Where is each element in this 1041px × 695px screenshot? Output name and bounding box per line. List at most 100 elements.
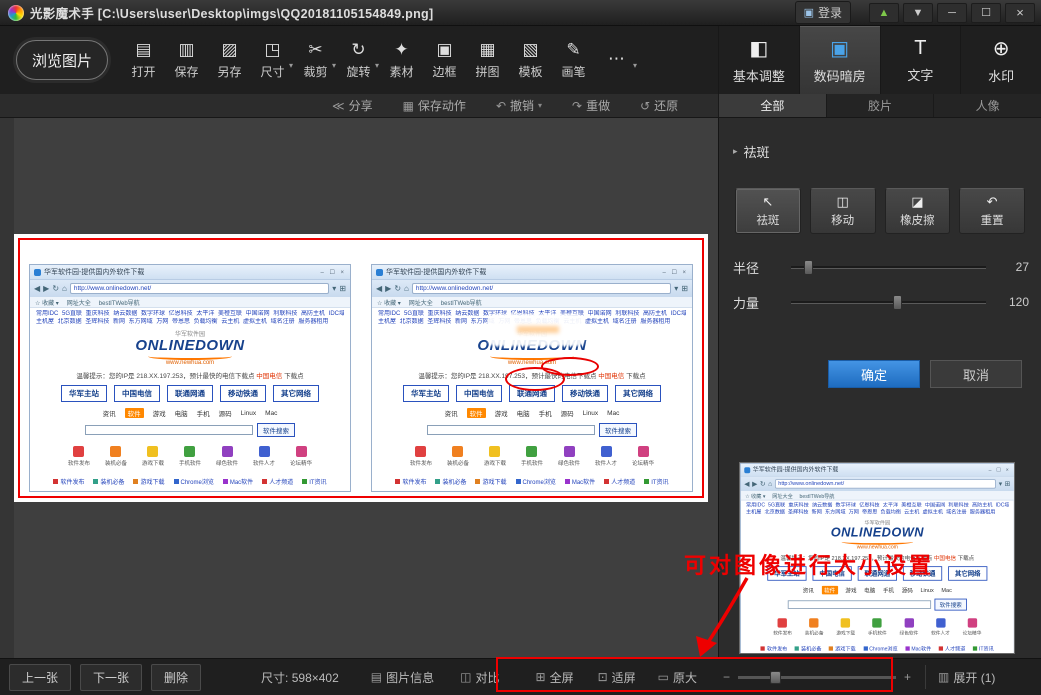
action-button[interactable]: ▦ 保存动作 — [403, 97, 466, 114]
site-nav-buttons: 华军主站 中国电信 联通网通 移动铁通 其它网络 — [36, 385, 344, 402]
dropdown-caret-icon[interactable]: ▾ — [375, 61, 379, 70]
expand-button[interactable]: ▥ 展开 (1) — [938, 669, 995, 686]
toolbar-button[interactable]: ◳ 尺寸 ▾ — [251, 30, 294, 90]
browser-address-bar: http://www.onlinedown.net/ — [412, 283, 671, 294]
site-icon-item: 软件人才 — [253, 446, 275, 467]
footer-bullet-icon — [604, 479, 609, 484]
toolbar-button[interactable]: ↻ 旋转 ▾ — [337, 30, 380, 90]
edited-image-after: 华军软件园-提供国内外软件下载 – ☐ × ◀ ▶ ↻ ⌂ http://www… — [371, 264, 693, 492]
site-search-button: 软件搜索 — [599, 423, 637, 437]
browser-screenshot: 华军软件园-提供国内外软件下载 – ☐ × ◀ ▶ ↻ ⌂ http://www… — [29, 264, 351, 492]
site-icon-item: 软件发布 — [773, 618, 792, 636]
slider-track[interactable] — [791, 301, 986, 304]
toolbar-button-icon: ▧ — [522, 40, 538, 60]
edited-image[interactable]: 华军软件园-提供国内外软件下载 – ☐ × ◀ ▶ ↻ ⌂ http://www… — [14, 234, 708, 502]
mode-button-label: 文字 — [907, 65, 933, 84]
toolbar-button[interactable]: ⋯ ▾ — [595, 30, 638, 90]
toolbar-button[interactable]: ✎ 画笔 — [552, 30, 595, 90]
site-icon — [841, 618, 850, 627]
slider-thumb[interactable] — [893, 295, 902, 310]
toolbar-button[interactable]: ✂ 裁剪 ▾ — [294, 30, 337, 90]
zoom-slider[interactable] — [738, 676, 896, 679]
menu-button[interactable]: ▼ — [903, 3, 933, 23]
section-header[interactable]: ▸ 祛斑 — [733, 142, 770, 161]
panel-tools: ↖ 祛斑 ◫ 移动 ◪ 橡皮擦 ↶ 重置 — [735, 188, 1025, 234]
site-footer-link: 软件发布 — [53, 477, 84, 486]
zoom-slider-thumb[interactable] — [770, 671, 781, 684]
toolbar-button[interactable]: ▤ 打开 — [122, 30, 165, 90]
mode-button[interactable]: T 文字 — [880, 26, 961, 94]
dropdown-caret-icon[interactable]: ▾ — [633, 61, 637, 70]
panel-tool-button[interactable]: ↶ 重置 — [959, 188, 1025, 234]
panel-tool-button[interactable]: ↖ 祛斑 — [735, 188, 801, 234]
mode-button[interactable]: ⊕ 水印 — [960, 26, 1041, 94]
dropdown-caret-icon[interactable]: ▾ — [538, 101, 542, 110]
original-size-button[interactable]: ▭ 原大 — [658, 669, 697, 686]
mode-button-icon: ▣ — [830, 36, 849, 61]
next-image-button[interactable]: 下一张 — [80, 664, 142, 691]
footer-bullet-icon — [302, 479, 307, 484]
dropdown-caret-icon[interactable]: ▾ — [289, 61, 293, 70]
slider-thumb[interactable] — [804, 260, 813, 275]
slider-track[interactable] — [791, 266, 986, 269]
fullscreen-button[interactable]: ⊞ 全屏 — [536, 669, 574, 686]
compare-icon: ◫ — [460, 670, 471, 684]
slider-label: 力量 — [733, 293, 791, 312]
panel-tab[interactable]: 胶片 — [826, 94, 934, 117]
dropdown-caret-icon[interactable]: ▾ — [332, 61, 336, 70]
site-nav-button: 其它网络 — [273, 385, 319, 402]
ok-button[interactable]: 确定 — [828, 360, 920, 388]
toolbar-button[interactable]: ▣ 边框 — [423, 30, 466, 90]
canvas-left-strip — [0, 118, 14, 658]
minimize-button[interactable]: ─ — [937, 3, 967, 23]
compare-button[interactable]: ◫ 对比 — [460, 669, 499, 686]
toolbar-button[interactable]: ▨ 另存 — [208, 30, 251, 90]
footer-bullet-icon — [133, 479, 138, 484]
browser-forward-icon: ▶ — [752, 480, 757, 488]
panel-tool-label: 移动 — [831, 212, 854, 228]
site-footer-link: 装机必备 — [93, 477, 124, 486]
image-info-button[interactable]: ▤ 图片信息 — [371, 669, 434, 686]
action-button-icon: ↺ — [640, 99, 650, 113]
mode-button[interactable]: ◧ 基本调整 — [718, 26, 799, 94]
previous-image-button[interactable]: 上一张 — [9, 664, 71, 691]
close-button[interactable]: × — [1005, 3, 1035, 23]
action-button[interactable]: ↷ 重做 — [572, 97, 610, 114]
toolbar-button[interactable]: ▦ 拼图 — [466, 30, 509, 90]
site-icon-item: 绿色软件 — [900, 618, 919, 636]
site-icon — [184, 446, 195, 457]
browser-refresh-icon: ↻ — [394, 284, 401, 293]
fit-screen-button[interactable]: ⊡ 适屏 — [598, 669, 636, 686]
site-category: 源码 — [561, 408, 574, 418]
site-icon-item: 软件人才 — [931, 618, 950, 636]
site-search-input — [427, 425, 595, 435]
panel-tool-icon: ◫ — [836, 194, 848, 210]
panel-tool-button[interactable]: ◪ 橡皮擦 — [885, 188, 951, 234]
upgrade-button[interactable]: ▲ — [869, 3, 899, 23]
image-canvas[interactable]: 华军软件园-提供国内外软件下载 – ☐ × ◀ ▶ ↻ ⌂ http://www… — [0, 118, 718, 658]
action-button[interactable]: ↶ 撤销 ▾ — [496, 97, 542, 114]
site-category: 资讯 — [445, 408, 458, 418]
toolbar-button[interactable]: ✦ 素材 — [380, 30, 423, 90]
browser-window-buttons: – ☐ × — [989, 467, 1011, 473]
action-button-label: 重做 — [586, 97, 610, 114]
site-icon — [259, 446, 270, 457]
delete-button[interactable]: 删除 — [151, 664, 201, 691]
site-footer-link: Chrome浏览 — [863, 645, 897, 653]
zoom-in-button[interactable]: + — [904, 670, 911, 684]
panel-tab[interactable]: 人像 — [933, 94, 1041, 117]
action-button[interactable]: ↺ 还原 — [640, 97, 678, 114]
toolbar-button[interactable]: ▧ 模板 — [509, 30, 552, 90]
browse-images-button[interactable]: 浏览图片 — [16, 40, 108, 80]
panel-tool-button[interactable]: ◫ 移动 — [810, 188, 876, 234]
toolbar-button[interactable]: ▥ 保存 — [165, 30, 208, 90]
mode-button[interactable]: ▣ 数码暗房 — [799, 26, 880, 94]
zoom-out-button[interactable]: − — [723, 670, 730, 684]
cancel-button[interactable]: 取消 — [930, 360, 1022, 388]
login-button[interactable]: ▣ 登录 — [795, 1, 851, 24]
panel-tab[interactable]: 全部 — [718, 94, 826, 117]
maximize-button[interactable]: ☐ — [971, 3, 1001, 23]
action-button[interactable]: ≪ 分享 — [332, 97, 373, 114]
site-category: 电脑 — [864, 586, 875, 595]
window-title: 光影魔术手 [C:\Users\user\Desktop\imgs\QQ2018… — [30, 3, 433, 22]
